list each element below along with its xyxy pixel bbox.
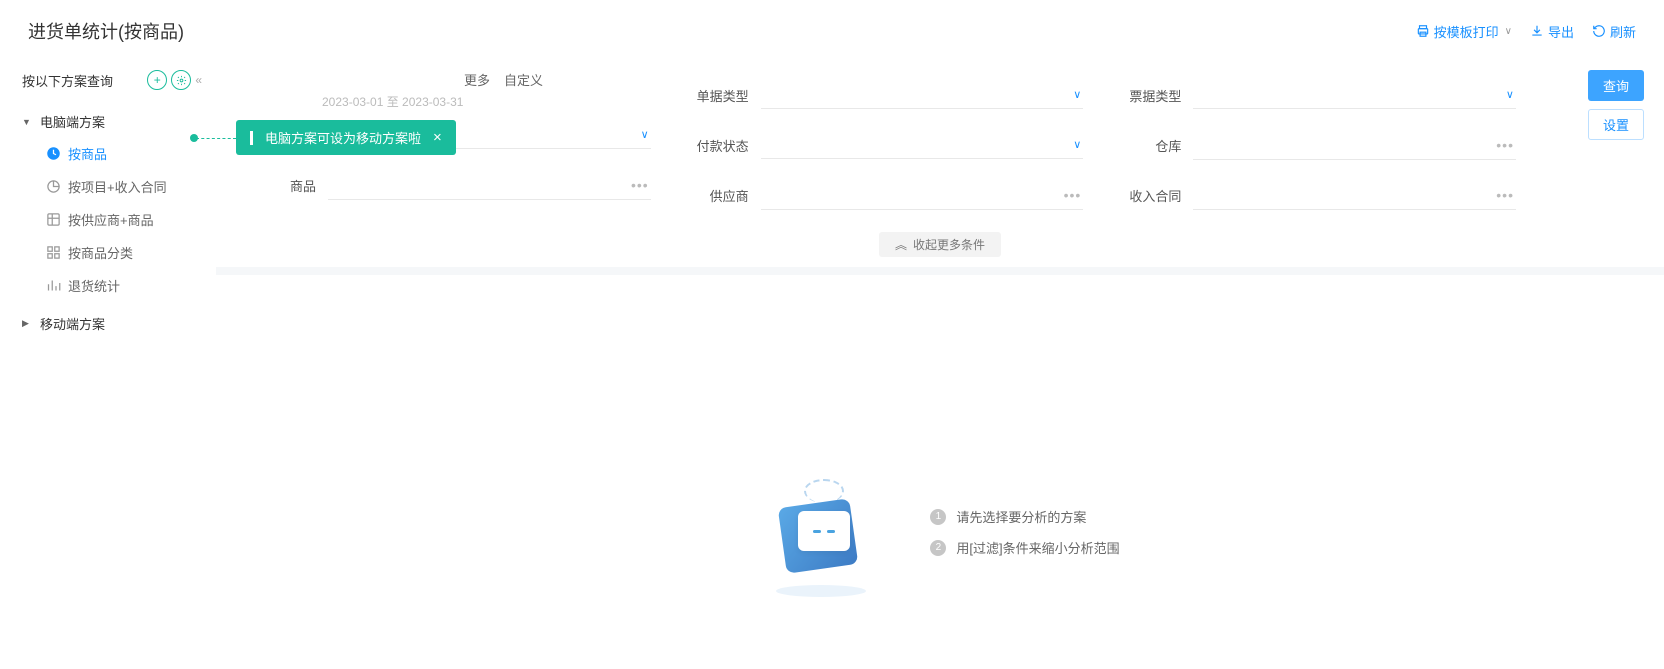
query-button[interactable]: 查询 <box>1588 70 1644 101</box>
refresh-button[interactable]: 刷新 <box>1592 22 1636 41</box>
gear-icon <box>176 75 187 86</box>
header-actions: 按模板打印 ∨ 导出 刷新 <box>1416 22 1636 41</box>
filter-more-link[interactable]: 更多 <box>464 70 490 89</box>
print-template-button[interactable]: 按模板打印 ∨ <box>1416 22 1512 41</box>
filter-receipt-type-select[interactable]: ∨ <box>1193 81 1516 109</box>
caret-right-icon: ▶ <box>22 318 32 329</box>
section-divider <box>216 267 1664 275</box>
tooltip-dot-icon <box>190 134 198 142</box>
filter-payment-status-select[interactable]: ∨ <box>761 131 1084 159</box>
filter-label: 票据类型 <box>1101 86 1193 105</box>
chevron-down-icon: ∨ <box>1506 88 1514 101</box>
filter-income-contract-picker[interactable]: ••• <box>1193 181 1516 210</box>
chart-icon <box>46 179 61 194</box>
tree-group-desktop: ▼ 电脑端方案 按商品 按项目+收入合同 <box>22 106 202 302</box>
more-icon: ••• <box>1496 137 1514 153</box>
settings-scheme-button[interactable] <box>171 70 191 90</box>
export-button[interactable]: 导出 <box>1530 22 1574 41</box>
filter-supplier: 供应商 ••• <box>669 170 1084 220</box>
tree-item-by-project-contract[interactable]: 按项目+收入合同 <box>46 170 202 203</box>
collapse-filters-button[interactable]: ︽ 收起更多条件 <box>879 232 1001 257</box>
bars-icon <box>46 278 61 293</box>
filter-income-contract: 收入合同 ••• <box>1101 170 1516 220</box>
export-icon <box>1530 24 1544 38</box>
step-text: 用[过滤]条件来缩小分析范围 <box>956 538 1119 557</box>
chevron-down-icon: ∨ <box>1073 138 1081 151</box>
filter-label: 仓库 <box>1101 136 1193 155</box>
tooltip-bar-icon <box>250 131 253 145</box>
add-scheme-button[interactable]: + <box>147 70 167 90</box>
filter-label: 商品 <box>236 176 328 195</box>
tooltip-text: 电脑方案可设为移动方案啦 <box>265 128 421 147</box>
sidebar: 按以下方案查询 + « ▼ 电脑端方案 <box>0 58 216 669</box>
tree-item-by-product-category[interactable]: 按商品分类 <box>46 236 202 269</box>
tree-item-label: 按供应商+商品 <box>68 210 154 229</box>
tree-group-label: 电脑端方案 <box>40 112 105 131</box>
filter-label: 单据类型 <box>669 86 761 105</box>
sidebar-title: 按以下方案查询 <box>22 71 113 90</box>
category-icon <box>46 245 61 260</box>
filter-warehouse: 仓库 ••• <box>1101 120 1516 170</box>
export-label: 导出 <box>1548 22 1574 41</box>
tree-group-label: 移动端方案 <box>40 314 105 333</box>
filter-product-picker[interactable]: ••• <box>328 171 651 200</box>
tree-group-desktop-header[interactable]: ▼ 电脑端方案 <box>22 106 202 137</box>
filter-label: 供应商 <box>669 186 761 205</box>
empty-state: 1 请先选择要分析的方案 2 用[过滤]条件来缩小分析范围 <box>216 275 1664 669</box>
refresh-label: 刷新 <box>1610 22 1636 41</box>
printer-icon <box>1416 24 1430 38</box>
filter-doc-type-select[interactable]: ∨ <box>761 81 1084 109</box>
tree-item-return-stats[interactable]: 退货统计 <box>46 269 202 302</box>
tree-item-label: 按商品分类 <box>68 243 133 262</box>
print-label: 按模板打印 <box>1434 22 1499 41</box>
mobile-scheme-tooltip: 电脑方案可设为移动方案啦 × <box>236 120 456 155</box>
step-badge: 1 <box>930 509 946 525</box>
tooltip-close-button[interactable]: × <box>433 129 442 146</box>
empty-step-1: 1 请先选择要分析的方案 <box>930 507 1119 526</box>
tree-item-by-supplier-product[interactable]: 按供应商+商品 <box>46 203 202 236</box>
filter-custom-link[interactable]: 自定义 <box>504 70 543 89</box>
tree-group-mobile-header[interactable]: ▶ 移动端方案 <box>22 308 202 339</box>
filter-label: 付款状态 <box>669 136 761 155</box>
filter-payment-status: 付款状态 ∨ <box>669 120 1084 170</box>
chevron-down-icon: ∨ <box>1505 26 1512 37</box>
more-icon: ••• <box>631 177 649 193</box>
tree-item-label: 按项目+收入合同 <box>68 177 167 196</box>
filter-label: 收入合同 <box>1101 186 1193 205</box>
page-header: 进货单统计(按商品) 按模板打印 ∨ 导出 刷新 <box>0 0 1664 58</box>
caret-down-icon: ▼ <box>22 117 32 127</box>
double-chevron-up-icon: ︽ <box>895 236 907 253</box>
empty-step-2: 2 用[过滤]条件来缩小分析范围 <box>930 538 1119 557</box>
clock-icon <box>46 146 61 161</box>
tree-item-by-product[interactable]: 按商品 <box>46 137 202 170</box>
chevron-down-icon: ∨ <box>1073 88 1081 101</box>
tree-group-mobile: ▶ 移动端方案 <box>22 308 202 339</box>
filter-doc-type: 单据类型 ∨ <box>669 70 1084 120</box>
collapse-sidebar-icon[interactable]: « <box>195 73 202 87</box>
collapse-label: 收起更多条件 <box>913 236 985 253</box>
tree-item-label: 按商品 <box>68 144 107 163</box>
filter-supplier-picker[interactable]: ••• <box>761 181 1084 210</box>
tree-item-label: 退货统计 <box>68 276 120 295</box>
step-text: 请先选择要分析的方案 <box>956 507 1086 526</box>
chevron-down-icon: ∨ <box>641 128 649 141</box>
more-icon: ••• <box>1496 187 1514 203</box>
refresh-icon <box>1592 24 1606 38</box>
filter-receipt-type: 票据类型 ∨ <box>1101 70 1516 120</box>
filter-date-range: 2023-03-01 至 2023-03-31 <box>314 93 651 110</box>
step-badge: 2 <box>930 540 946 556</box>
more-icon: ••• <box>1064 187 1082 203</box>
settings-button[interactable]: 设置 <box>1588 109 1644 140</box>
grid-icon <box>46 212 61 227</box>
page-title: 进货单统计(按商品) <box>28 18 184 44</box>
filter-warehouse-picker[interactable]: ••• <box>1193 131 1516 160</box>
empty-illustration <box>760 467 900 597</box>
filter-product: 商品 ••• <box>236 160 651 210</box>
